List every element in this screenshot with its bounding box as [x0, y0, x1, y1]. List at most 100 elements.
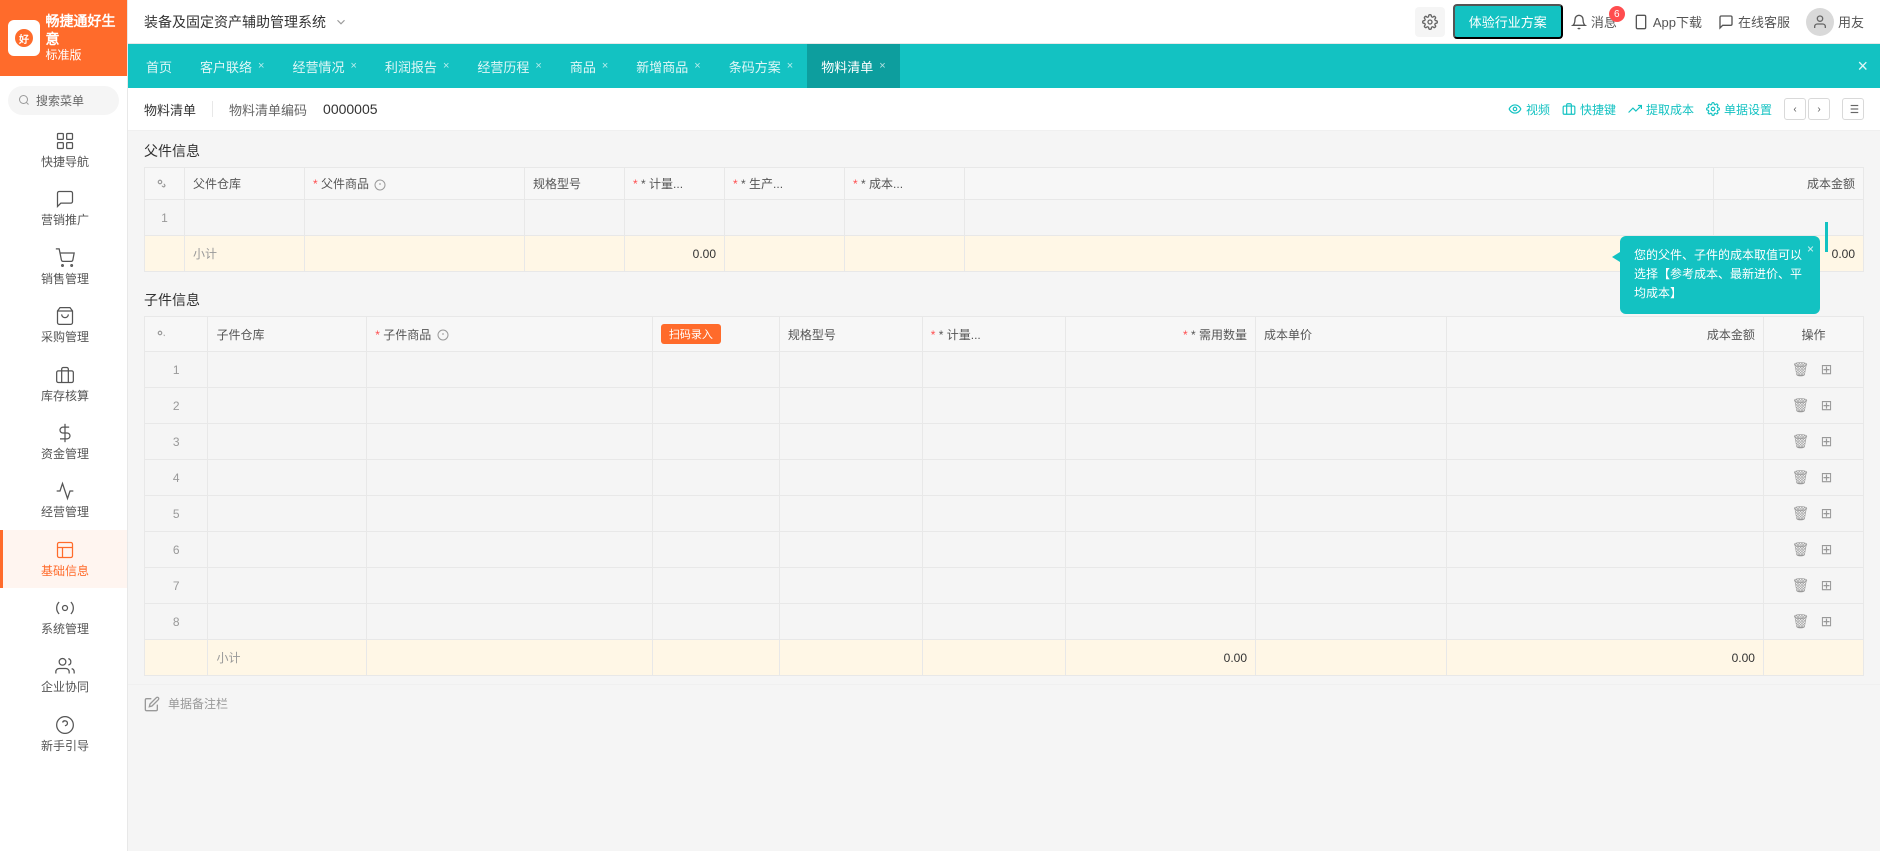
- parent-col-settings: [145, 168, 185, 200]
- prev-arrow[interactable]: ‹: [1784, 98, 1806, 120]
- sidebar-item-operation[interactable]: 经营管理: [0, 471, 127, 529]
- delete-row-icon[interactable]: 🗑: [1790, 360, 1810, 380]
- tab-close-icon[interactable]: ×: [535, 60, 541, 72]
- copy-row-icon[interactable]: ⊞: [1816, 504, 1836, 524]
- delete-row-icon[interactable]: 🗑: [1790, 468, 1810, 488]
- child-warehouse-1[interactable]: [208, 352, 367, 388]
- breadcrumb: 物料清单: [144, 100, 196, 119]
- tab-close-icon[interactable]: ×: [879, 60, 885, 72]
- extract-cost-action[interactable]: 提取成本: [1628, 101, 1694, 118]
- copy-row-icon[interactable]: ⊞: [1816, 612, 1836, 632]
- parent-table: 父件仓库 * 父件商品 规格型号 * * 计量... * * 生产...: [144, 167, 1864, 272]
- sidebar-item-purchase[interactable]: 采购管理: [0, 296, 127, 354]
- tab-close-icon[interactable]: ×: [694, 60, 700, 72]
- child-product-1[interactable]: [367, 352, 653, 388]
- page-header: 物料清单 物料清单编码 0000005 视频 快捷键 提取成本: [128, 88, 1880, 131]
- parent-product-cell[interactable]: [305, 200, 525, 236]
- child-price-1[interactable]: [1256, 352, 1446, 388]
- child-row-1: 1 🗑 ⊞: [145, 352, 1864, 388]
- copy-row-icon[interactable]: ⊞: [1816, 360, 1836, 380]
- sidebar-item-finance[interactable]: 资金管理: [0, 413, 127, 471]
- delete-row-icon[interactable]: 🗑: [1790, 612, 1810, 632]
- tab-close-icon[interactable]: ×: [258, 60, 264, 72]
- shortcut-action[interactable]: 快捷键: [1562, 101, 1616, 118]
- tab-close-icon[interactable]: ×: [350, 60, 356, 72]
- tooltip-text: 您的父件、子件的成本取值可以选择【参考成本、最新进价、平均成本】: [1634, 248, 1802, 300]
- next-arrow[interactable]: ›: [1808, 98, 1830, 120]
- sidebar-item-label: 新手引导: [41, 739, 89, 753]
- child-row-6: 6 🗑 ⊞: [145, 532, 1864, 568]
- sidebar-item-marketing[interactable]: 营销推广: [0, 179, 127, 237]
- breadcrumb-bom[interactable]: 物料清单: [144, 100, 196, 119]
- delete-row-icon[interactable]: 🗑: [1790, 396, 1810, 416]
- delete-row-icon[interactable]: 🗑: [1790, 540, 1810, 560]
- row-number: 6: [145, 532, 208, 568]
- user-button[interactable]: 用友: [1806, 8, 1864, 36]
- copy-row-icon[interactable]: ⊞: [1816, 432, 1836, 452]
- parent-unit-cell[interactable]: [625, 200, 725, 236]
- sidebar-item-quick-nav[interactable]: 快捷导航: [0, 121, 127, 179]
- sidebar-item-cooperation[interactable]: 企业协同: [0, 646, 127, 704]
- delete-row-icon[interactable]: 🗑: [1790, 504, 1810, 524]
- parent-spec-cell[interactable]: [525, 200, 625, 236]
- copy-row-icon[interactable]: ⊞: [1816, 468, 1836, 488]
- sidebar-item-inventory[interactable]: 库存核算: [0, 355, 127, 413]
- child-row-7: 7 🗑⊞: [145, 568, 1864, 604]
- message-button[interactable]: 消息 6: [1571, 12, 1617, 31]
- tab-close-icon[interactable]: ×: [443, 60, 449, 72]
- row-number: 8: [145, 604, 208, 640]
- tab-new-goods[interactable]: 新增商品 ×: [622, 44, 714, 88]
- tab-goods[interactable]: 商品 ×: [556, 44, 622, 88]
- bottom-note-text[interactable]: 单据备注栏: [168, 695, 228, 712]
- sidebar-item-basic-info[interactable]: 基础信息: [0, 530, 127, 588]
- scan-input-button[interactable]: 扫码录入: [661, 324, 721, 344]
- single-settings-action[interactable]: 单据设置: [1706, 101, 1772, 118]
- delete-row-icon[interactable]: 🗑: [1790, 576, 1810, 596]
- row-number: 7: [145, 568, 208, 604]
- tab-barcode[interactable]: 条码方案 ×: [715, 44, 807, 88]
- tab-profit[interactable]: 利润报告 ×: [371, 44, 463, 88]
- message-badge: 6: [1609, 6, 1625, 22]
- search-menu-button[interactable]: 搜索菜单: [8, 86, 119, 115]
- tab-bom[interactable]: 物料清单 ×: [807, 44, 899, 88]
- copy-row-icon[interactable]: ⊞: [1816, 576, 1836, 596]
- parent-warehouse-cell[interactable]: [185, 200, 305, 236]
- child-row-4: 4 🗑⊞: [145, 460, 1864, 496]
- tab-close-icon[interactable]: ×: [787, 60, 793, 72]
- copy-row-icon[interactable]: ⊞: [1816, 396, 1836, 416]
- child-unit-1[interactable]: [922, 352, 1065, 388]
- child-qty-1[interactable]: [1065, 352, 1255, 388]
- subtotal-label: 小计: [185, 236, 305, 272]
- parent-production-cell[interactable]: [725, 200, 845, 236]
- sidebar-item-system[interactable]: 系统管理: [0, 588, 127, 646]
- tab-operation-status[interactable]: 经营情况 ×: [278, 44, 370, 88]
- gear-button[interactable]: [1415, 7, 1445, 37]
- child-spec-1[interactable]: [779, 352, 922, 388]
- parent-col-warehouse: 父件仓库: [185, 168, 305, 200]
- app-download-button[interactable]: App下载: [1633, 12, 1702, 31]
- parent-subtotal-unit: 0.00: [625, 236, 725, 272]
- online-service-label: 在线客服: [1738, 12, 1790, 31]
- copy-row-icon[interactable]: ⊞: [1816, 540, 1836, 560]
- tab-close-icon[interactable]: ×: [602, 60, 608, 72]
- child-actions-7: 🗑⊞: [1763, 568, 1863, 604]
- tab-operation-history[interactable]: 经营历程 ×: [463, 44, 555, 88]
- view-action[interactable]: 视频: [1508, 101, 1550, 118]
- parent-col-spec: 规格型号: [525, 168, 625, 200]
- tab-home[interactable]: 首页: [132, 44, 186, 88]
- sidebar-item-sales[interactable]: 销售管理: [0, 238, 127, 296]
- tab-customer[interactable]: 客户联络 ×: [186, 44, 278, 88]
- parent-cost-cell[interactable]: [845, 200, 965, 236]
- sidebar-logo[interactable]: 好 畅捷通好生意 标准版: [0, 0, 127, 76]
- user-name: 用友: [1838, 12, 1864, 31]
- app-download-label: App下载: [1653, 12, 1702, 31]
- delete-row-icon[interactable]: 🗑: [1790, 432, 1810, 452]
- sidebar-item-guide[interactable]: 新手引导: [0, 705, 127, 763]
- trial-button[interactable]: 体验行业方案: [1453, 4, 1563, 39]
- grid-view-button[interactable]: [1842, 98, 1864, 120]
- tooltip-close-button[interactable]: ×: [1807, 240, 1814, 259]
- system-dropdown[interactable]: [334, 15, 348, 29]
- close-all-tabs-button[interactable]: ×: [1857, 57, 1868, 75]
- online-service-button[interactable]: 在线客服: [1718, 12, 1790, 31]
- logo-text: 畅捷通好生意 标准版: [46, 12, 120, 64]
